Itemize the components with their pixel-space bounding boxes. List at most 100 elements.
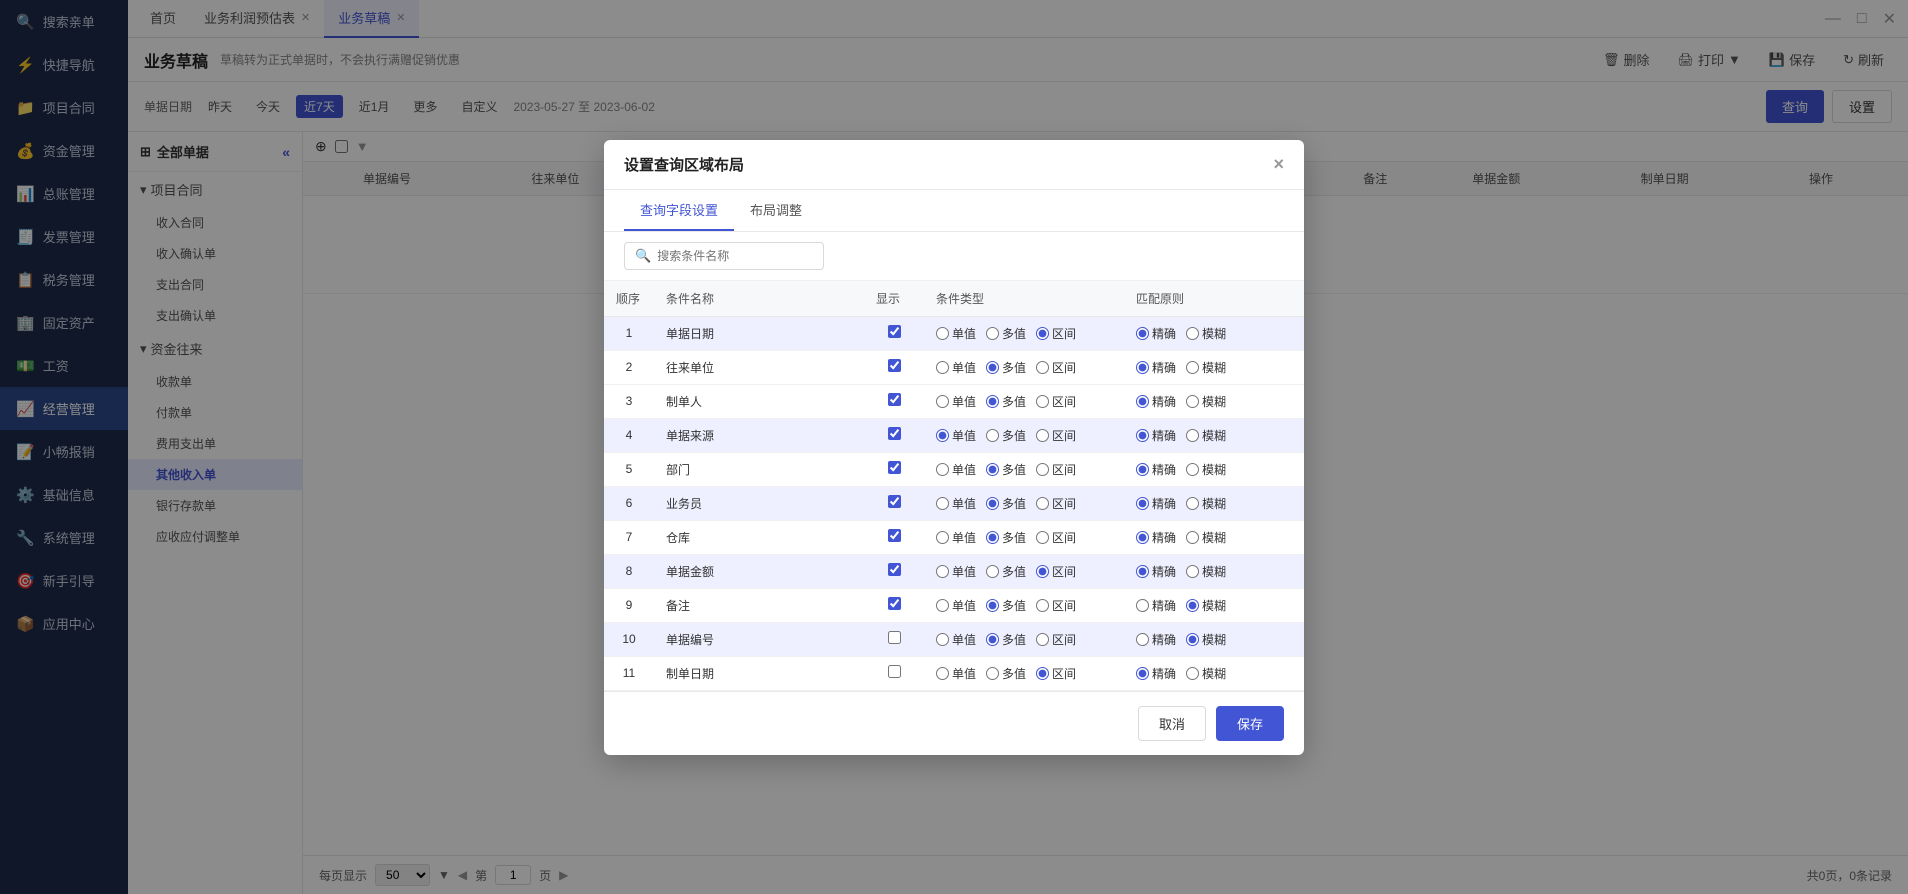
type-radio-label[interactable]: 区间	[1036, 461, 1076, 478]
type-radio-label[interactable]: 多值	[986, 427, 1026, 444]
match-radio-0[interactable]	[1136, 599, 1149, 612]
display-checkbox[interactable]	[888, 563, 901, 576]
type-radio-label[interactable]: 单值	[936, 529, 976, 546]
type-radio-label[interactable]: 多值	[986, 325, 1026, 342]
type-radio-0[interactable]	[936, 463, 949, 476]
type-radio-label[interactable]: 区间	[1036, 597, 1076, 614]
type-radio-label[interactable]: 单值	[936, 665, 976, 682]
type-radio-label[interactable]: 区间	[1036, 529, 1076, 546]
type-radio-0[interactable]	[936, 531, 949, 544]
match-radio-1[interactable]	[1186, 497, 1199, 510]
type-radio-label[interactable]: 多值	[986, 563, 1026, 580]
type-radio-2[interactable]	[1036, 633, 1049, 646]
modal-save-button[interactable]: 保存	[1216, 706, 1284, 741]
type-radio-1[interactable]	[986, 599, 999, 612]
match-radio-label[interactable]: 精确	[1136, 495, 1176, 512]
match-radio-1[interactable]	[1186, 395, 1199, 408]
match-radio-label[interactable]: 精确	[1136, 597, 1176, 614]
display-checkbox[interactable]	[888, 461, 901, 474]
match-radio-label[interactable]: 精确	[1136, 631, 1176, 648]
match-radio-label[interactable]: 模糊	[1186, 529, 1226, 546]
match-radio-0[interactable]	[1136, 429, 1149, 442]
type-radio-0[interactable]	[936, 497, 949, 510]
modal-tab-fields[interactable]: 查询字段设置	[624, 190, 734, 231]
match-radio-label[interactable]: 精确	[1136, 427, 1176, 444]
type-radio-1[interactable]	[986, 633, 999, 646]
type-radio-label[interactable]: 单值	[936, 563, 976, 580]
type-radio-0[interactable]	[936, 565, 949, 578]
type-radio-label[interactable]: 多值	[986, 597, 1026, 614]
match-radio-label[interactable]: 模糊	[1186, 393, 1226, 410]
type-radio-1[interactable]	[986, 497, 999, 510]
match-radio-1[interactable]	[1186, 361, 1199, 374]
type-radio-label[interactable]: 区间	[1036, 359, 1076, 376]
type-radio-0[interactable]	[936, 327, 949, 340]
type-radio-2[interactable]	[1036, 463, 1049, 476]
type-radio-label[interactable]: 多值	[986, 461, 1026, 478]
match-radio-label[interactable]: 模糊	[1186, 665, 1226, 682]
type-radio-0[interactable]	[936, 633, 949, 646]
type-radio-2[interactable]	[1036, 599, 1049, 612]
type-radio-1[interactable]	[986, 565, 999, 578]
match-radio-0[interactable]	[1136, 395, 1149, 408]
type-radio-1[interactable]	[986, 463, 999, 476]
match-radio-0[interactable]	[1136, 327, 1149, 340]
match-radio-label[interactable]: 精确	[1136, 529, 1176, 546]
display-checkbox[interactable]	[888, 427, 901, 440]
match-radio-0[interactable]	[1136, 531, 1149, 544]
type-radio-label[interactable]: 单值	[936, 427, 976, 444]
type-radio-label[interactable]: 多值	[986, 359, 1026, 376]
type-radio-0[interactable]	[936, 599, 949, 612]
match-radio-1[interactable]	[1186, 565, 1199, 578]
cancel-button[interactable]: 取消	[1138, 706, 1206, 741]
type-radio-label[interactable]: 单值	[936, 393, 976, 410]
type-radio-label[interactable]: 多值	[986, 495, 1026, 512]
type-radio-label[interactable]: 区间	[1036, 393, 1076, 410]
type-radio-2[interactable]	[1036, 565, 1049, 578]
type-radio-2[interactable]	[1036, 497, 1049, 510]
type-radio-1[interactable]	[986, 429, 999, 442]
type-radio-label[interactable]: 多值	[986, 631, 1026, 648]
match-radio-label[interactable]: 模糊	[1186, 359, 1226, 376]
type-radio-label[interactable]: 多值	[986, 665, 1026, 682]
type-radio-label[interactable]: 单值	[936, 461, 976, 478]
match-radio-label[interactable]: 模糊	[1186, 597, 1226, 614]
type-radio-label[interactable]: 单值	[936, 631, 976, 648]
type-radio-2[interactable]	[1036, 395, 1049, 408]
match-radio-1[interactable]	[1186, 633, 1199, 646]
match-radio-0[interactable]	[1136, 497, 1149, 510]
display-checkbox[interactable]	[888, 495, 901, 508]
type-radio-label[interactable]: 区间	[1036, 495, 1076, 512]
match-radio-label[interactable]: 精确	[1136, 563, 1176, 580]
match-radio-label[interactable]: 模糊	[1186, 495, 1226, 512]
type-radio-2[interactable]	[1036, 667, 1049, 680]
type-radio-1[interactable]	[986, 361, 999, 374]
type-radio-1[interactable]	[986, 667, 999, 680]
type-radio-0[interactable]	[936, 429, 949, 442]
type-radio-label[interactable]: 区间	[1036, 325, 1076, 342]
type-radio-2[interactable]	[1036, 327, 1049, 340]
match-radio-label[interactable]: 模糊	[1186, 461, 1226, 478]
match-radio-1[interactable]	[1186, 429, 1199, 442]
type-radio-label[interactable]: 单值	[936, 495, 976, 512]
match-radio-1[interactable]	[1186, 463, 1199, 476]
display-checkbox[interactable]	[888, 529, 901, 542]
display-checkbox[interactable]	[888, 393, 901, 406]
match-radio-label[interactable]: 模糊	[1186, 325, 1226, 342]
type-radio-0[interactable]	[936, 395, 949, 408]
type-radio-label[interactable]: 多值	[986, 529, 1026, 546]
modal-close-btn[interactable]: ×	[1273, 155, 1284, 173]
type-radio-label[interactable]: 单值	[936, 325, 976, 342]
type-radio-1[interactable]	[986, 327, 999, 340]
match-radio-label[interactable]: 精确	[1136, 393, 1176, 410]
type-radio-label[interactable]: 多值	[986, 393, 1026, 410]
match-radio-1[interactable]	[1186, 531, 1199, 544]
match-radio-label[interactable]: 模糊	[1186, 563, 1226, 580]
match-radio-label[interactable]: 模糊	[1186, 631, 1226, 648]
type-radio-label[interactable]: 单值	[936, 597, 976, 614]
type-radio-1[interactable]	[986, 395, 999, 408]
type-radio-2[interactable]	[1036, 429, 1049, 442]
type-radio-1[interactable]	[986, 531, 999, 544]
match-radio-0[interactable]	[1136, 633, 1149, 646]
type-radio-0[interactable]	[936, 361, 949, 374]
